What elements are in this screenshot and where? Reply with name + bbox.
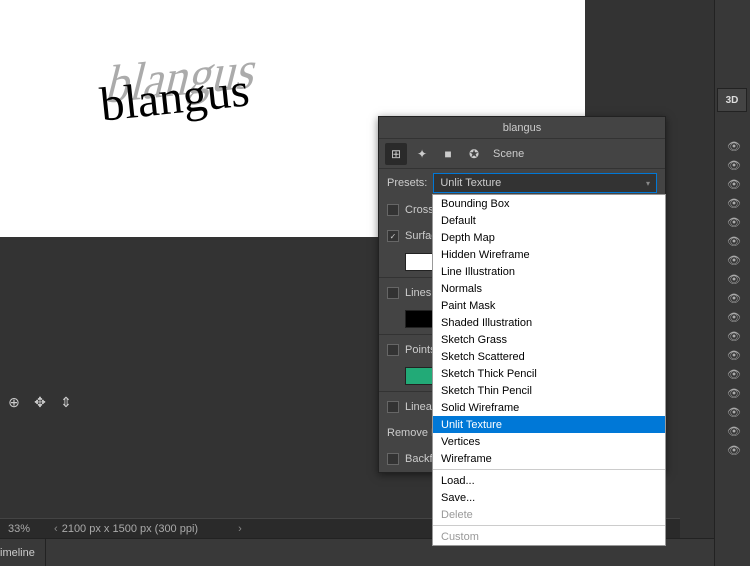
- timeline-tab[interactable]: imeline: [0, 539, 46, 566]
- dropdown-item[interactable]: Line Illustration: [433, 263, 665, 280]
- eye-icon[interactable]: 👁: [726, 254, 742, 266]
- presets-value: Unlit Texture: [440, 177, 501, 189]
- mesh-tab-icon[interactable]: ✪: [463, 143, 485, 165]
- presets-row: Presets: Unlit Texture ▾: [379, 169, 665, 197]
- lines-label: Lines: [405, 287, 431, 299]
- dropdown-item[interactable]: Default: [433, 212, 665, 229]
- backface-checkbox[interactable]: [387, 453, 399, 465]
- dropdown-item[interactable]: Hidden Wireframe: [433, 246, 665, 263]
- lines-checkbox[interactable]: [387, 287, 399, 299]
- chevron-left-icon[interactable]: ‹: [54, 523, 58, 535]
- cross-section-checkbox[interactable]: [387, 204, 399, 216]
- panel-title: blangus: [379, 117, 665, 139]
- orbit-icon[interactable]: ⊕: [5, 393, 23, 411]
- dropdown-item[interactable]: Paint Mask: [433, 297, 665, 314]
- camera-tab-icon[interactable]: ■: [437, 143, 459, 165]
- eye-icon[interactable]: 👁: [726, 197, 742, 209]
- eye-icon[interactable]: 👁: [726, 273, 742, 285]
- panel-tab-row: ⊞ ✦ ■ ✪ Scene: [379, 139, 665, 169]
- eye-icon[interactable]: 👁: [726, 140, 742, 152]
- light-tab-icon[interactable]: ✦: [411, 143, 433, 165]
- presets-label: Presets:: [387, 177, 427, 189]
- chevron-down-icon: ▾: [646, 179, 650, 188]
- points-label: Points: [405, 344, 436, 356]
- dropdown-item[interactable]: Sketch Grass: [433, 331, 665, 348]
- dropdown-separator: [433, 469, 665, 470]
- eye-icon[interactable]: 👁: [726, 330, 742, 342]
- dropdown-delete: Delete: [433, 506, 665, 523]
- presets-dropdown-menu: Bounding Box Default Depth Map Hidden Wi…: [432, 194, 666, 546]
- dropdown-save[interactable]: Save...: [433, 489, 665, 506]
- linearize-checkbox[interactable]: [387, 401, 399, 413]
- right-panel-rail: 3D 👁 👁 👁 👁 👁 👁 👁 👁 👁 👁 👁 👁 👁 👁 👁 👁 👁: [714, 0, 750, 566]
- dropdown-custom: Custom: [433, 528, 665, 545]
- points-checkbox[interactable]: [387, 344, 399, 356]
- nav-3d-tools: ⊕ ✥ ⇕: [5, 393, 75, 411]
- eye-icon[interactable]: 👁: [726, 178, 742, 190]
- eye-icon[interactable]: 👁: [726, 216, 742, 228]
- dropdown-item-selected[interactable]: Unlit Texture: [433, 416, 665, 433]
- surface-checkbox[interactable]: [387, 230, 399, 242]
- presets-dropdown[interactable]: Unlit Texture ▾: [433, 173, 657, 193]
- eye-icon[interactable]: 👁: [726, 387, 742, 399]
- eye-icon[interactable]: 👁: [726, 159, 742, 171]
- eye-icon[interactable]: 👁: [726, 444, 742, 456]
- eye-icon[interactable]: 👁: [726, 235, 742, 247]
- dropdown-item[interactable]: Sketch Scattered: [433, 348, 665, 365]
- dropdown-item[interactable]: Depth Map: [433, 229, 665, 246]
- zoom-level[interactable]: 33%: [8, 523, 30, 535]
- dropdown-item[interactable]: Wireframe: [433, 450, 665, 467]
- dropdown-load[interactable]: Load...: [433, 472, 665, 489]
- dropdown-item[interactable]: Solid Wireframe: [433, 399, 665, 416]
- eye-icon[interactable]: 👁: [726, 406, 742, 418]
- pan-icon[interactable]: ✥: [31, 393, 49, 411]
- dropdown-item[interactable]: Sketch Thin Pencil: [433, 382, 665, 399]
- dropdown-item[interactable]: Vertices: [433, 433, 665, 450]
- chevron-right-icon[interactable]: ›: [238, 523, 242, 535]
- layer-visibility-column: 👁 👁 👁 👁 👁 👁 👁 👁 👁 👁 👁 👁 👁 👁 👁 👁 👁: [726, 140, 742, 456]
- document-dimensions: 2100 px x 1500 px (300 ppi): [62, 523, 198, 535]
- dolly-icon[interactable]: ⇕: [57, 393, 75, 411]
- scene-tab-label[interactable]: Scene: [493, 148, 524, 160]
- eye-icon[interactable]: 👁: [726, 368, 742, 380]
- dropdown-item[interactable]: Normals: [433, 280, 665, 297]
- eye-icon[interactable]: 👁: [726, 425, 742, 437]
- scene-tab-icon[interactable]: ⊞: [385, 143, 407, 165]
- dropdown-item[interactable]: Shaded Illustration: [433, 314, 665, 331]
- dropdown-item[interactable]: Bounding Box: [433, 195, 665, 212]
- dropdown-item[interactable]: Sketch Thick Pencil: [433, 365, 665, 382]
- tab-3d[interactable]: 3D: [717, 88, 747, 112]
- eye-icon[interactable]: 👁: [726, 292, 742, 304]
- eye-icon[interactable]: 👁: [726, 349, 742, 361]
- dropdown-separator: [433, 525, 665, 526]
- eye-icon[interactable]: 👁: [726, 311, 742, 323]
